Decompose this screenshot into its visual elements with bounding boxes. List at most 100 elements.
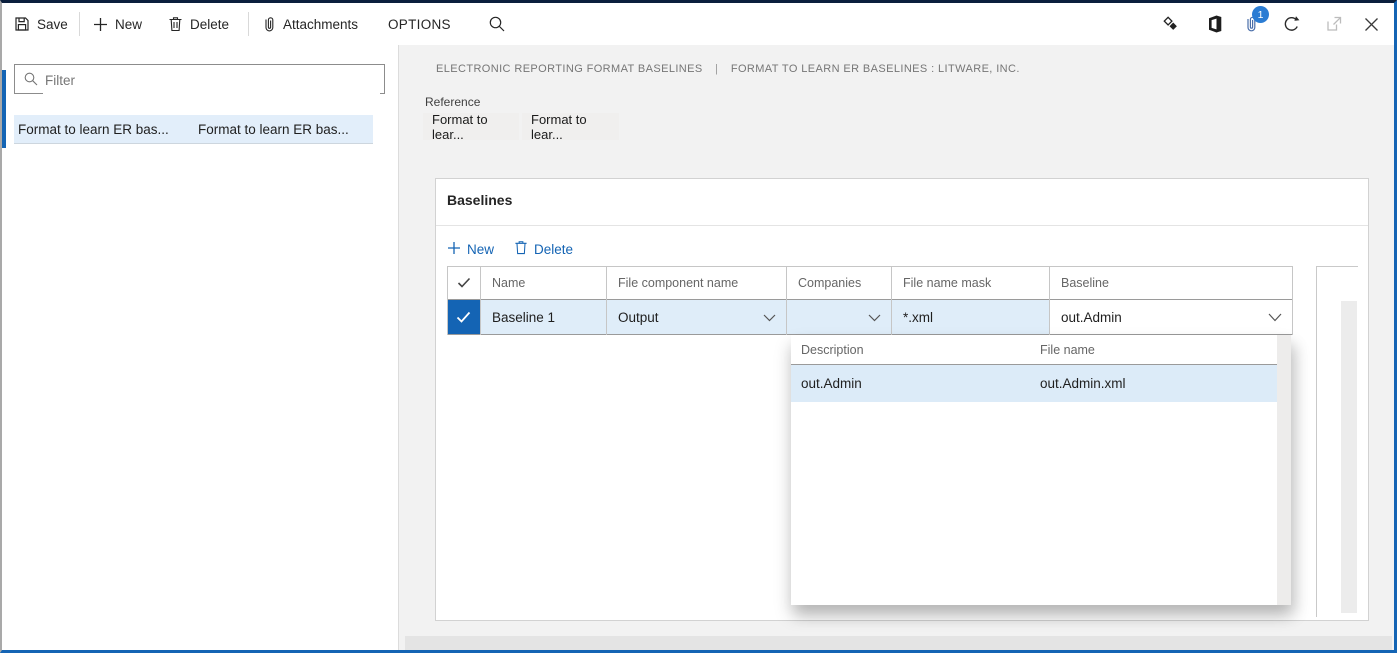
grid-border bbox=[606, 266, 607, 335]
grid-new-label: New bbox=[467, 242, 494, 257]
filter-input[interactable] bbox=[43, 66, 380, 94]
delete-button[interactable]: Delete bbox=[168, 3, 229, 45]
reference-value-2[interactable]: Format to lear... bbox=[522, 113, 619, 140]
grid-vertical-scrollbar[interactable] bbox=[1341, 301, 1357, 613]
breadcrumb-separator: | bbox=[715, 63, 718, 75]
lookup-header: Description File name bbox=[791, 335, 1277, 365]
search-icon bbox=[488, 15, 506, 33]
lookup-row-file-name: out.Admin.xml bbox=[1040, 365, 1126, 402]
grid-delete-label: Delete bbox=[534, 242, 573, 257]
dynamics-diamonds-icon bbox=[1161, 14, 1181, 34]
new-button[interactable]: New bbox=[93, 3, 142, 45]
close-icon bbox=[1363, 16, 1380, 33]
selected-record-indicator bbox=[2, 70, 6, 148]
baselines-card-title: Baselines bbox=[447, 192, 512, 208]
delete-label: Delete bbox=[190, 17, 229, 32]
list-item-selected[interactable]: Format to learn ER bas... Format to lear… bbox=[14, 115, 373, 144]
cell-value: Output bbox=[618, 310, 659, 325]
lookup-column-description: Description bbox=[801, 335, 864, 364]
paperclip-icon bbox=[263, 16, 276, 33]
task-recorder-button[interactable] bbox=[1161, 3, 1181, 45]
close-button[interactable] bbox=[1363, 3, 1380, 45]
chevron-down-icon[interactable] bbox=[868, 300, 881, 335]
grid-border bbox=[1049, 266, 1050, 335]
notification-count: 1 bbox=[1258, 9, 1264, 21]
cell-name[interactable]: Baseline 1 bbox=[480, 300, 606, 335]
filter-search-icon bbox=[23, 71, 39, 92]
lookup-row-description: out.Admin bbox=[801, 365, 862, 402]
grid-border bbox=[447, 266, 1292, 267]
grid-border bbox=[480, 266, 481, 335]
refresh-button[interactable] bbox=[1282, 3, 1301, 45]
reference-field-label: Reference bbox=[425, 95, 480, 109]
column-header-file-component[interactable]: File component name bbox=[606, 266, 786, 300]
attachments-button[interactable]: Attachments bbox=[263, 3, 358, 45]
toolbar-divider bbox=[79, 12, 80, 36]
cell-file-name-mask[interactable]: *.xml bbox=[891, 300, 1049, 335]
toolbar-divider bbox=[248, 12, 249, 36]
lookup-row-selected[interactable]: out.Admin out.Admin.xml bbox=[791, 365, 1277, 402]
office-apps-button[interactable] bbox=[1205, 3, 1224, 45]
refresh-icon bbox=[1282, 15, 1301, 34]
column-header-baseline[interactable]: Baseline bbox=[1049, 266, 1292, 300]
cell-value: out.Admin bbox=[1061, 310, 1122, 325]
cell-companies[interactable] bbox=[786, 300, 891, 335]
column-header-label: File name mask bbox=[903, 276, 991, 290]
select-all-checkbox[interactable] bbox=[447, 266, 480, 300]
notification-count-badge: 1 bbox=[1252, 6, 1269, 23]
app-window: Save New Delete Attachments OPTIONS bbox=[0, 0, 1397, 653]
column-header-name[interactable]: Name bbox=[480, 266, 606, 300]
plus-icon bbox=[447, 241, 461, 258]
save-label: Save bbox=[37, 17, 68, 32]
column-header-label: File component name bbox=[618, 276, 738, 290]
grid-border bbox=[447, 299, 1292, 300]
lookup-column-file-name: File name bbox=[1040, 335, 1095, 364]
column-header-label: Name bbox=[492, 276, 525, 290]
main-horizontal-scrollbar[interactable] bbox=[405, 636, 1392, 650]
options-label: OPTIONS bbox=[388, 17, 451, 32]
grid-scroll-region bbox=[1316, 266, 1358, 617]
list-item-name: Format to learn ER bas... bbox=[18, 122, 194, 137]
column-header-label: Baseline bbox=[1061, 276, 1109, 290]
cell-value: *.xml bbox=[903, 310, 933, 325]
save-button[interactable]: Save bbox=[14, 3, 68, 45]
check-icon bbox=[456, 311, 471, 324]
grid-new-button[interactable]: New bbox=[447, 235, 494, 263]
column-header-file-name-mask[interactable]: File name mask bbox=[891, 266, 1049, 300]
lookup-vertical-scrollbar[interactable] bbox=[1277, 335, 1291, 605]
card-divider bbox=[436, 225, 1368, 226]
chevron-down-icon[interactable] bbox=[1268, 300, 1282, 335]
grid-delete-button[interactable]: Delete bbox=[514, 235, 573, 263]
record-list-panel: Format to learn ER bas... Format to lear… bbox=[2, 45, 398, 650]
breadcrumb: ELECTRONIC REPORTING FORMAT BASELINES | … bbox=[436, 63, 1020, 75]
list-item-description: Format to learn ER bas... bbox=[198, 122, 370, 137]
trash-icon bbox=[514, 240, 528, 258]
grid-border bbox=[1292, 266, 1293, 335]
search-button[interactable] bbox=[488, 3, 506, 45]
reference-value-text: Format to lear... bbox=[432, 112, 510, 142]
new-label: New bbox=[115, 17, 142, 32]
attachments-label: Attachments bbox=[283, 17, 358, 32]
reference-value-1[interactable]: Format to lear... bbox=[423, 113, 519, 140]
top-toolbar: Save New Delete Attachments OPTIONS bbox=[2, 3, 1394, 46]
cell-file-component[interactable]: Output bbox=[606, 300, 786, 335]
check-icon bbox=[457, 277, 471, 289]
grid-border bbox=[786, 266, 787, 335]
options-menu[interactable]: OPTIONS bbox=[388, 3, 451, 45]
row-checkbox-selected[interactable] bbox=[447, 300, 480, 335]
column-header-companies[interactable]: Companies bbox=[786, 266, 891, 300]
trash-icon bbox=[168, 16, 183, 32]
filter-box bbox=[14, 64, 385, 94]
grid-border bbox=[447, 266, 448, 335]
reference-value-text: Format to lear... bbox=[531, 112, 610, 142]
baseline-lookup-flyout: Description File name out.Admin out.Admi… bbox=[791, 335, 1291, 605]
open-in-new-window-button[interactable] bbox=[1325, 3, 1343, 45]
plus-icon bbox=[93, 17, 108, 32]
popout-icon bbox=[1325, 15, 1343, 33]
breadcrumb-form-caption: ELECTRONIC REPORTING FORMAT BASELINES bbox=[436, 63, 703, 75]
chevron-down-icon[interactable] bbox=[763, 300, 776, 335]
breadcrumb-record-caption: FORMAT TO LEARN ER BASELINES : LITWARE, … bbox=[731, 63, 1020, 75]
grid-border bbox=[891, 266, 892, 335]
cell-baseline-editing[interactable]: out.Admin bbox=[1049, 300, 1292, 335]
office-icon bbox=[1205, 14, 1224, 34]
